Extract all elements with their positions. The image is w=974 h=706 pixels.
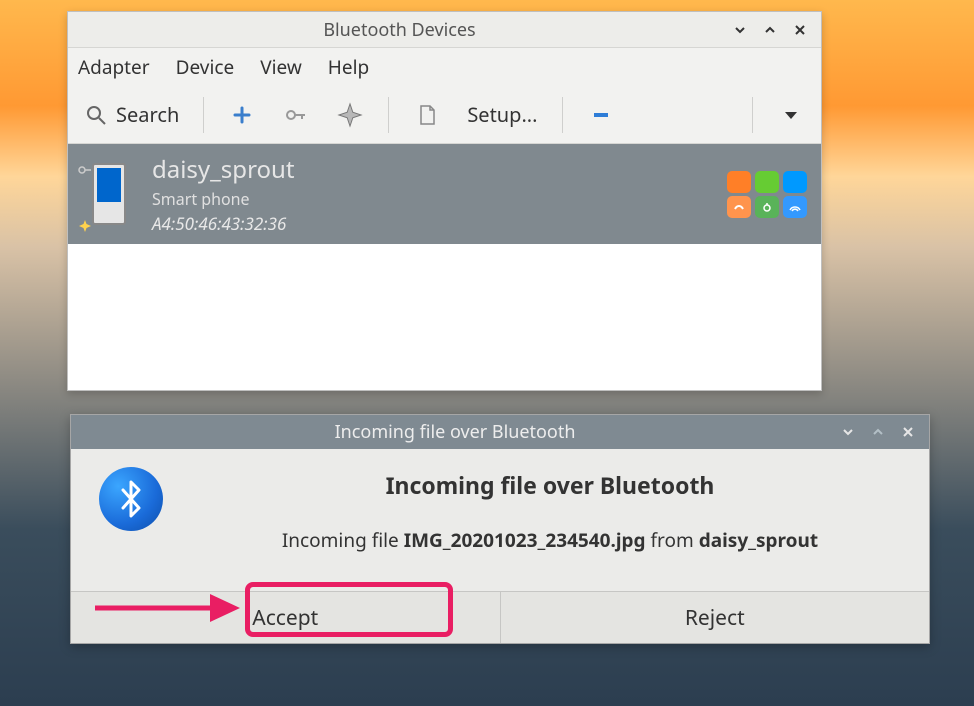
key-icon — [283, 102, 309, 128]
device-name: daisy_sprout — [152, 153, 711, 186]
service-badge-5 — [755, 196, 779, 218]
dialog-subtext: Incoming file IMG_20201023_234540.jpg fr… — [193, 527, 907, 553]
dialog-buttons: Accept Reject — [71, 591, 929, 643]
setup-button[interactable]: Setup... — [461, 97, 543, 132]
overflow-button[interactable] — [771, 102, 811, 128]
minimize-icon[interactable] — [729, 19, 751, 41]
bluetooth-devices-window: Bluetooth Devices Adapter Device View He… — [67, 11, 822, 391]
device-type: Smart phone — [152, 188, 711, 210]
search-label: Search — [116, 101, 179, 128]
maximize-icon[interactable] — [759, 19, 781, 41]
remove-device-button[interactable] — [581, 100, 621, 130]
accept-button[interactable]: Accept — [71, 592, 500, 643]
minus-icon — [590, 104, 612, 126]
chevron-down-icon — [782, 106, 800, 124]
menu-device[interactable]: Device — [176, 54, 235, 80]
setup-label: Setup... — [467, 101, 537, 128]
pair-button[interactable] — [276, 98, 316, 132]
toolbar-separator-4 — [752, 97, 753, 133]
service-badge-6 — [783, 196, 807, 218]
service-badge-3 — [783, 171, 807, 193]
toolbar-separator — [203, 97, 204, 133]
device-address: A4:50:46:43:32:36 — [152, 212, 711, 235]
menu-view[interactable]: View — [260, 54, 302, 80]
toolbar: Search Setup... — [68, 86, 821, 144]
service-badge-1 — [727, 171, 751, 193]
minimize-icon[interactable] — [837, 421, 859, 443]
send-file-button[interactable] — [407, 99, 447, 131]
paired-key-icon — [78, 163, 92, 177]
trusted-star-icon — [78, 219, 92, 233]
dialog-filename: IMG_20201023_234540.jpg — [404, 527, 646, 553]
dialog-heading: Incoming file over Bluetooth — [193, 469, 907, 501]
star-icon — [336, 100, 364, 130]
maximize-icon — [867, 421, 889, 443]
toolbar-separator-3 — [562, 97, 563, 133]
dialog-sub-prefix: Incoming file — [282, 527, 404, 553]
close-icon[interactable] — [789, 19, 811, 41]
devices-titlebar[interactable]: Bluetooth Devices — [68, 12, 821, 48]
bluetooth-icon — [99, 467, 163, 531]
service-badge-2 — [755, 171, 779, 193]
menu-help[interactable]: Help — [328, 54, 369, 80]
device-list[interactable]: daisy_sprout Smart phone A4:50:46:43:32:… — [68, 144, 821, 390]
search-button[interactable]: Search — [78, 97, 185, 132]
service-badges — [727, 171, 807, 218]
phone-icon — [82, 157, 136, 231]
dialog-sender: daisy_sprout — [699, 527, 818, 553]
incoming-title: Incoming file over Bluetooth — [81, 420, 829, 444]
service-badge-4 — [727, 196, 751, 218]
trust-button[interactable] — [330, 96, 370, 134]
dialog-body: Incoming file over Bluetooth Incoming fi… — [71, 449, 929, 591]
menu-adapter[interactable]: Adapter — [78, 54, 150, 80]
document-icon — [415, 103, 439, 127]
add-device-button[interactable] — [222, 100, 262, 130]
magnifier-icon — [84, 103, 108, 127]
incoming-titlebar[interactable]: Incoming file over Bluetooth — [71, 415, 929, 449]
device-info: daisy_sprout Smart phone A4:50:46:43:32:… — [152, 153, 711, 235]
device-row[interactable]: daisy_sprout Smart phone A4:50:46:43:32:… — [68, 144, 821, 244]
plus-icon — [231, 104, 253, 126]
devices-window-title: Bluetooth Devices — [78, 18, 721, 42]
incoming-file-dialog: Incoming file over Bluetooth Incoming fi… — [70, 414, 930, 644]
menubar: Adapter Device View Help — [68, 48, 821, 86]
close-icon[interactable] — [897, 421, 919, 443]
toolbar-separator-2 — [388, 97, 389, 133]
reject-button[interactable]: Reject — [500, 592, 930, 643]
dialog-sub-mid: from — [646, 527, 699, 553]
